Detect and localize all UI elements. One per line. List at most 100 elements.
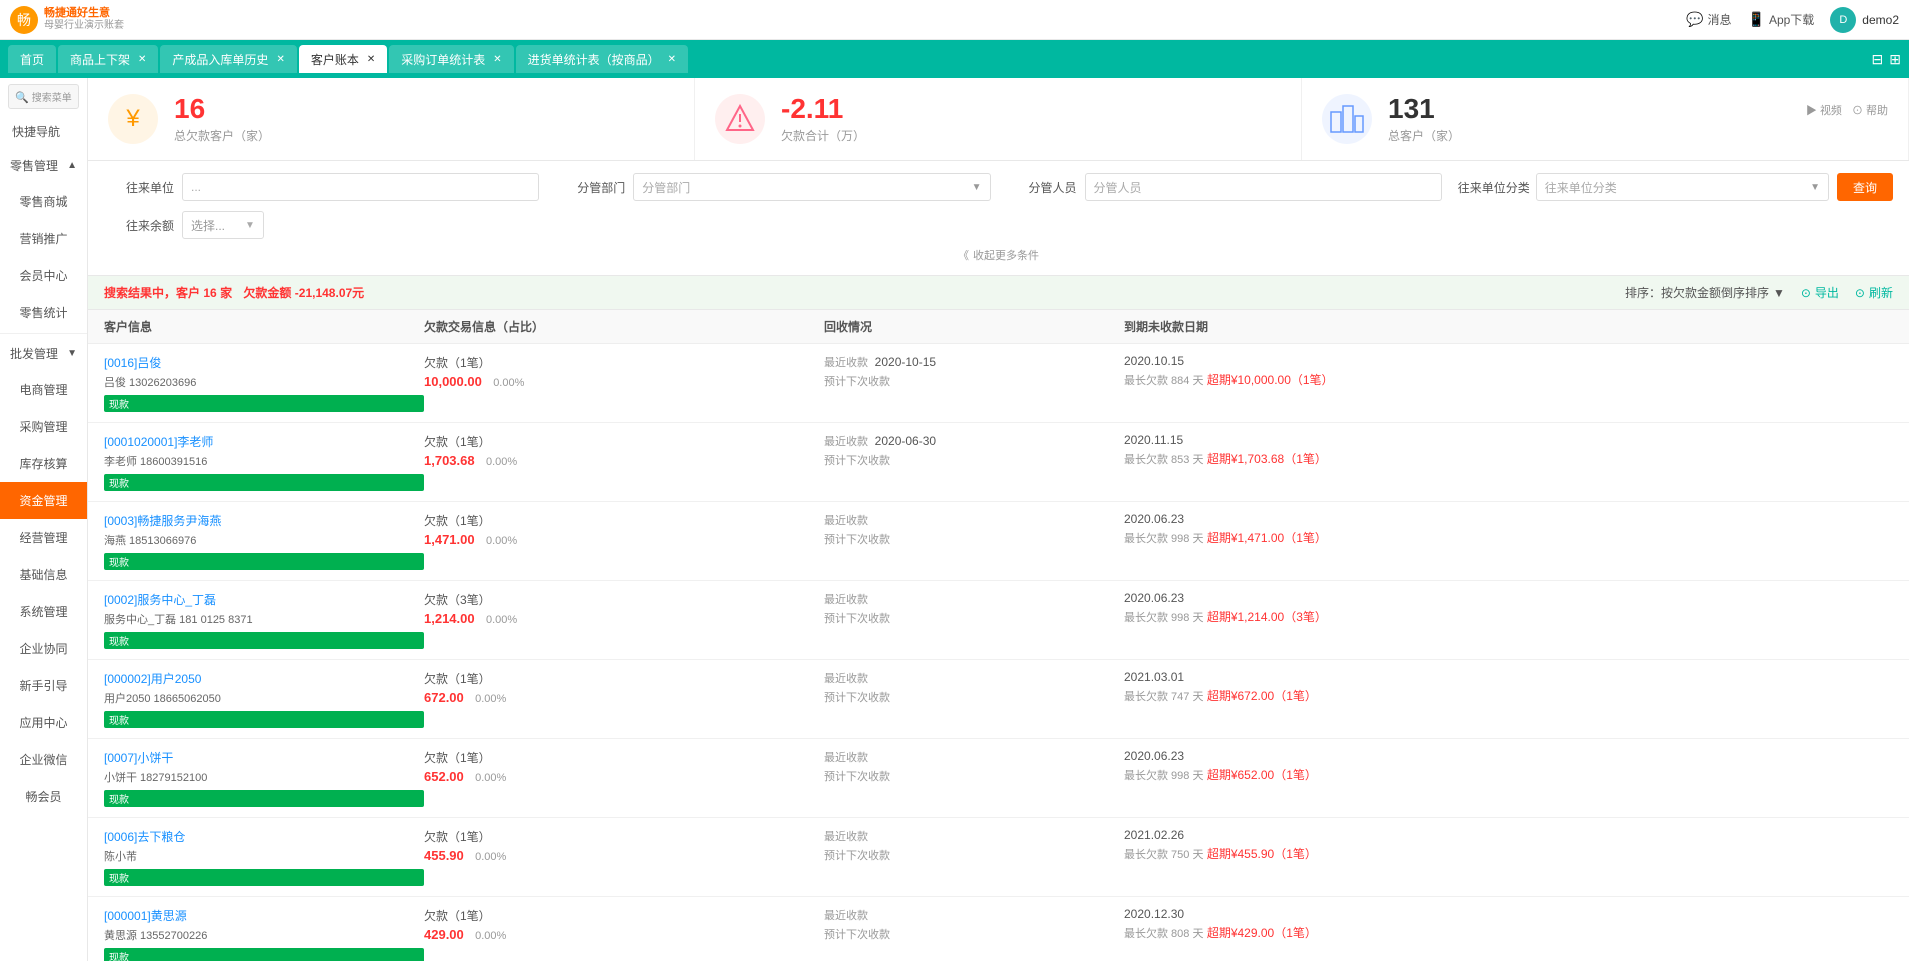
- chevron-icon: ▲: [67, 160, 77, 171]
- sidebar-item-marketing[interactable]: 营销推广: [0, 220, 87, 257]
- sort-arrow-icon: ▼: [1773, 286, 1785, 300]
- table-row: [0007]小饼干 小饼干 18279152100 现款 欠款（1笔） 652.…: [88, 739, 1909, 818]
- table-row: [000001]黄思源 黄思源 13552700226 现款 欠款（1笔） 42…: [88, 897, 1909, 961]
- balance-select[interactable]: 选择... ▼: [182, 211, 264, 239]
- dept-select[interactable]: 分管部门 ▼: [633, 173, 990, 201]
- table-header: 客户信息 欠款交易信息（占比） 回收情况 到期未收款日期: [88, 310, 1909, 344]
- help-btn[interactable]: ⊙ 帮助: [1852, 102, 1888, 118]
- tab-product-history[interactable]: 产成品入库单历史 ✕: [160, 45, 296, 73]
- export-button[interactable]: ⊙ 导出: [1801, 284, 1839, 301]
- customer-info-4: [000002]用户2050 用户2050 18665062050 现款: [104, 670, 424, 728]
- sidebar-item-app-center[interactable]: 应用中心: [0, 704, 87, 741]
- vendor-input[interactable]: ...: [182, 173, 539, 201]
- customer-name-6[interactable]: [0006]去下粮仓: [104, 828, 424, 845]
- app-name: 畅捷通好生意: [44, 7, 124, 20]
- category-select[interactable]: 往来单位分类 ▼: [1536, 173, 1829, 201]
- customer-tag-3: 现款: [104, 632, 424, 649]
- filter-person: 分管人员 分管人员: [1007, 173, 1442, 201]
- filter-category: 往来单位分类 往来单位分类 ▼ 查询: [1458, 173, 1893, 201]
- sidebar-item-retail-shop[interactable]: 零售商城: [0, 183, 87, 220]
- stat-label-total: 总客户（家）: [1388, 127, 1460, 144]
- overdue-link-7[interactable]: 超期¥429.00（1笔）: [1207, 926, 1317, 940]
- sidebar-item-retail-mgmt[interactable]: 零售管理 ▲: [0, 148, 87, 183]
- user-profile[interactable]: D demo2: [1830, 7, 1899, 33]
- table-row: [0006]去下粮仓 陈小芾 现款 欠款（1笔） 455.90 0.00% 最近…: [88, 818, 1909, 897]
- sidebar-item-finance[interactable]: 资金管理: [0, 482, 87, 519]
- tab-customer-account[interactable]: 客户账本 ✕: [299, 45, 387, 73]
- sidebar-item-member[interactable]: 会员中心: [0, 257, 87, 294]
- sidebar-item-vip[interactable]: 畅会员: [0, 778, 87, 815]
- sidebar-item-purchase[interactable]: 采购管理: [0, 408, 87, 445]
- overdue-link-5[interactable]: 超期¥652.00（1笔）: [1207, 768, 1317, 782]
- customer-name-7[interactable]: [000001]黄思源: [104, 907, 424, 924]
- dept-arrow-icon: ▼: [972, 182, 982, 193]
- fast-nav-item[interactable]: 快捷导航: [0, 115, 87, 148]
- overdue-link-6[interactable]: 超期¥455.90（1笔）: [1207, 847, 1317, 861]
- debt-info-4: 欠款（1笔） 672.00 0.00%: [424, 670, 824, 705]
- stat-content-debt: -2.11 欠款合计（万）: [781, 95, 865, 144]
- search-menu-button[interactable]: 🔍 搜索菜单: [8, 84, 79, 109]
- tab-close-icon[interactable]: ✕: [367, 54, 375, 65]
- tab-close-icon[interactable]: ✕: [276, 54, 284, 65]
- message-button[interactable]: 💬 消息: [1686, 11, 1731, 28]
- table-row: [0016]吕俊 吕俊 13026203696 现款 欠款（1笔） 10,000…: [88, 344, 1909, 423]
- video-btn[interactable]: ▶ 视频: [1806, 102, 1842, 118]
- minimize-icon[interactable]: ⊟: [1872, 51, 1884, 68]
- sidebar-item-system[interactable]: 系统管理: [0, 593, 87, 630]
- sidebar-item-ecommerce[interactable]: 电商管理: [0, 371, 87, 408]
- tab-home[interactable]: 首页: [8, 45, 56, 73]
- balance-label: 往来余额: [104, 217, 174, 234]
- refresh-icon: ⊙: [1855, 286, 1865, 300]
- customer-name-2[interactable]: [0003]畅捷服务尹海燕: [104, 512, 424, 529]
- col-header-overdue: 到期未收款日期: [1124, 318, 1893, 335]
- tab-product-status[interactable]: 商品上下架 ✕: [58, 45, 158, 73]
- overdue-info-7: 2020.12.30 最长欠款 808 天 超期¥429.00（1笔）: [1124, 907, 1893, 941]
- stat-card-debt: -2.11 欠款合计（万）: [695, 78, 1302, 160]
- sidebar-search-area: 🔍 搜索菜单: [0, 78, 87, 115]
- collapse-button[interactable]: 《 收起更多条件: [958, 247, 1039, 263]
- customer-name-5[interactable]: [0007]小饼干: [104, 749, 424, 766]
- stat-card-total: 131 总客户（家） ▶ 视频 ⊙ 帮助: [1302, 78, 1909, 160]
- overdue-link-1[interactable]: 超期¥1,703.68（1笔）: [1207, 452, 1327, 466]
- search-button[interactable]: 查询: [1837, 173, 1893, 201]
- tab-close-icon[interactable]: ✕: [493, 54, 501, 65]
- app-download-button[interactable]: 📱 App下载: [1748, 11, 1815, 28]
- sidebar-item-newbie[interactable]: 新手引导: [0, 667, 87, 704]
- sidebar-item-inventory[interactable]: 库存核算: [0, 445, 87, 482]
- maximize-icon[interactable]: ⊞: [1889, 51, 1901, 68]
- overdue-link-4[interactable]: 超期¥672.00（1笔）: [1207, 689, 1317, 703]
- col-header-debt: 欠款交易信息（占比）: [424, 318, 824, 335]
- tab-stock-stats[interactable]: 进货单统计表（按商品） ✕: [516, 45, 688, 73]
- stats-row: ¥ 16 总欠款客户（家） -2.11 欠款合计（万）: [88, 78, 1909, 161]
- sidebar-item-retail-stats[interactable]: 零售统计: [0, 294, 87, 331]
- tab-purchase-order[interactable]: 采购订单统计表 ✕: [389, 45, 513, 73]
- sidebar-item-batch-mgmt[interactable]: 批发管理 ▼: [0, 336, 87, 371]
- sidebar-item-wechat[interactable]: 企业微信: [0, 741, 87, 778]
- overdue-link-2[interactable]: 超期¥1,471.00（1笔）: [1207, 531, 1327, 545]
- tab-bar: 首页 商品上下架 ✕ 产成品入库单历史 ✕ 客户账本 ✕ 采购订单统计表 ✕ 进…: [0, 40, 1909, 78]
- person-input[interactable]: 分管人员: [1085, 173, 1442, 201]
- refresh-button[interactable]: ⊙ 刷新: [1855, 284, 1893, 301]
- customer-name-0[interactable]: [0016]吕俊: [104, 354, 424, 371]
- overdue-link-0[interactable]: 超期¥10,000.00（1笔）: [1207, 373, 1334, 387]
- customer-name-4[interactable]: [000002]用户2050: [104, 670, 424, 687]
- tab-close-icon[interactable]: ✕: [138, 54, 146, 65]
- sidebar-nav: 零售管理 ▲ 零售商城 营销推广 会员中心 零售统计 批发管理: [0, 148, 87, 815]
- top-bar-left: 畅 畅捷通好生意 母婴行业演示账套: [10, 6, 124, 34]
- overdue-link-3[interactable]: 超期¥1,214.00（3笔）: [1207, 610, 1327, 624]
- top-bar: 畅 畅捷通好生意 母婴行业演示账套 💬 消息 📱 App下载 D demo2: [0, 0, 1909, 40]
- stat-content-customers: 16 总欠款客户（家）: [174, 95, 270, 144]
- sidebar-item-enterprise[interactable]: 企业协同: [0, 630, 87, 667]
- customer-name-1[interactable]: [0001020001]李老师: [104, 433, 424, 450]
- total-icon: [1322, 94, 1372, 144]
- debt-info-0: 欠款（1笔） 10,000.00 0.00%: [424, 354, 824, 389]
- customer-tag-5: 现款: [104, 790, 424, 807]
- sidebar-item-operations[interactable]: 经营管理: [0, 519, 87, 556]
- stat-number-total: 131: [1388, 95, 1460, 123]
- customer-name-3[interactable]: [0002]服务中心_丁磊: [104, 591, 424, 608]
- sort-button[interactable]: 排序：按欠款金额倒序排序 ▼: [1625, 284, 1785, 301]
- customer-tag-1: 现款: [104, 474, 424, 491]
- result-info: 搜索结果中，客户 16 家 欠款金额 -21,148.07元: [104, 284, 364, 301]
- sidebar-item-basic[interactable]: 基础信息: [0, 556, 87, 593]
- tab-close-icon[interactable]: ✕: [668, 54, 676, 65]
